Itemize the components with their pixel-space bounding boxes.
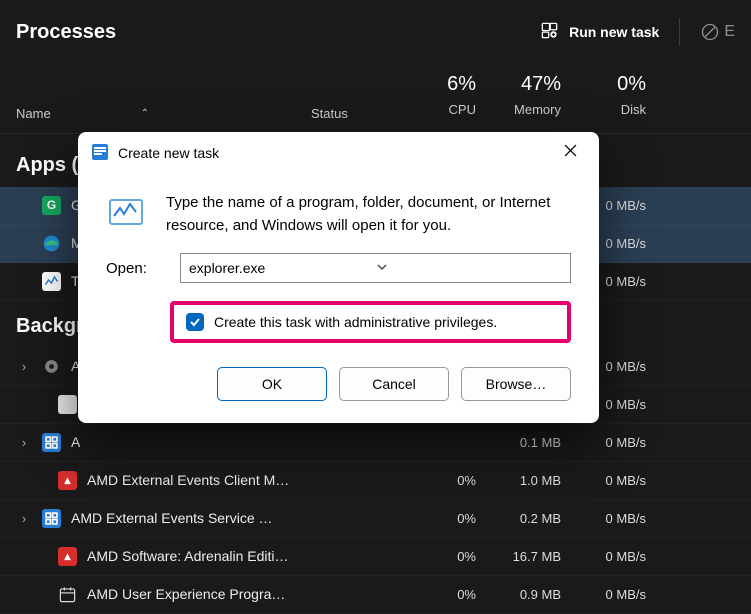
cancel-button[interactable]: Cancel	[339, 367, 449, 401]
dialog-run-icon	[106, 192, 146, 237]
process-disk: 0 MB/s	[581, 473, 666, 488]
disk-label: Disk	[581, 100, 646, 121]
disk-usage: 0%	[581, 68, 646, 100]
toolbar: Processes Run new task E	[0, 0, 751, 68]
table-row[interactable]: › AMD User Experience Progra… 0% 0.9 MB …	[0, 576, 751, 614]
table-row[interactable]: › AMD External Events Service … 0% 0.2 M…	[0, 500, 751, 538]
ok-button[interactable]: OK	[217, 367, 327, 401]
right-truncated-label: E	[724, 23, 735, 41]
table-row[interactable]: › ▴ AMD External Events Client M… 0% 1.0…	[0, 462, 751, 500]
checkmark-icon	[189, 316, 201, 328]
block-icon	[700, 22, 720, 42]
sort-caret-icon: ⌃	[141, 108, 149, 119]
process-name: AMD Software: Adrenalin Editi…	[87, 548, 289, 564]
expand-toggle[interactable]: ›	[16, 511, 32, 526]
dialog-body-text: Type the name of a program, folder, docu…	[166, 192, 571, 237]
process-disk: 0 MB/s	[581, 435, 666, 450]
cpu-label: CPU	[411, 100, 476, 121]
process-memory: 1.0 MB	[496, 473, 581, 488]
col-memory[interactable]: 47% Memory	[496, 68, 581, 121]
create-new-task-dialog: Create new task Type the name of a progr…	[78, 132, 599, 423]
page-title: Processes	[16, 21, 116, 44]
dialog-title: Create new task	[118, 145, 219, 161]
admin-privileges-label: Create this task with administrative pri…	[214, 314, 497, 330]
expand-toggle[interactable]: ›	[16, 435, 32, 450]
dialog-app-icon	[92, 144, 108, 163]
cpu-usage: 6%	[411, 68, 476, 100]
process-name: AMD External Events Client M…	[87, 472, 289, 488]
run-task-label: Run new task	[569, 24, 659, 40]
table-row[interactable]: › A 0.1 MB 0 MB/s	[0, 424, 751, 462]
open-combobox[interactable]: explorer.exe	[180, 253, 571, 283]
admin-privileges-highlight: Create this task with administrative pri…	[170, 301, 571, 343]
col-name-label: Name	[16, 106, 51, 121]
toolbar-actions: Run new task E	[540, 18, 735, 46]
open-value: explorer.exe	[189, 260, 376, 276]
close-icon	[564, 144, 577, 157]
col-status[interactable]: Status	[311, 106, 411, 121]
memory-usage: 47%	[496, 68, 561, 100]
process-name: AMD External Events Service …	[71, 510, 273, 526]
process-memory: 0.1 MB	[496, 435, 581, 450]
table-header: Name ⌃ Status 6% CPU 47% Memory 0% Disk	[0, 68, 751, 134]
memory-label: Memory	[496, 100, 561, 121]
separator	[679, 18, 680, 46]
col-name[interactable]: Name ⌃	[16, 106, 311, 121]
process-name: A	[71, 434, 80, 450]
browse-button[interactable]: Browse…	[461, 367, 571, 401]
col-disk[interactable]: 0% Disk	[581, 68, 666, 121]
open-label: Open:	[106, 260, 158, 277]
process-cpu: 0%	[411, 511, 496, 526]
process-cpu: 0%	[411, 549, 496, 564]
col-cpu[interactable]: 6% CPU	[411, 68, 496, 121]
table-row[interactable]: › ▴ AMD Software: Adrenalin Editi… 0% 16…	[0, 538, 751, 576]
process-disk: 0 MB/s	[581, 549, 666, 564]
combobox-caret-icon[interactable]	[376, 260, 563, 276]
close-button[interactable]	[556, 140, 585, 166]
process-cpu: 0%	[411, 473, 496, 488]
run-new-task-button[interactable]: Run new task	[540, 21, 659, 43]
process-memory: 16.7 MB	[496, 549, 581, 564]
admin-privileges-checkbox[interactable]	[186, 313, 204, 331]
run-task-icon	[540, 21, 559, 43]
expand-toggle[interactable]: ›	[16, 359, 32, 374]
process-disk: 0 MB/s	[581, 511, 666, 526]
process-memory: 0.2 MB	[496, 511, 581, 526]
right-truncated-button[interactable]: E	[700, 22, 735, 42]
dialog-titlebar: Create new task	[78, 132, 599, 174]
